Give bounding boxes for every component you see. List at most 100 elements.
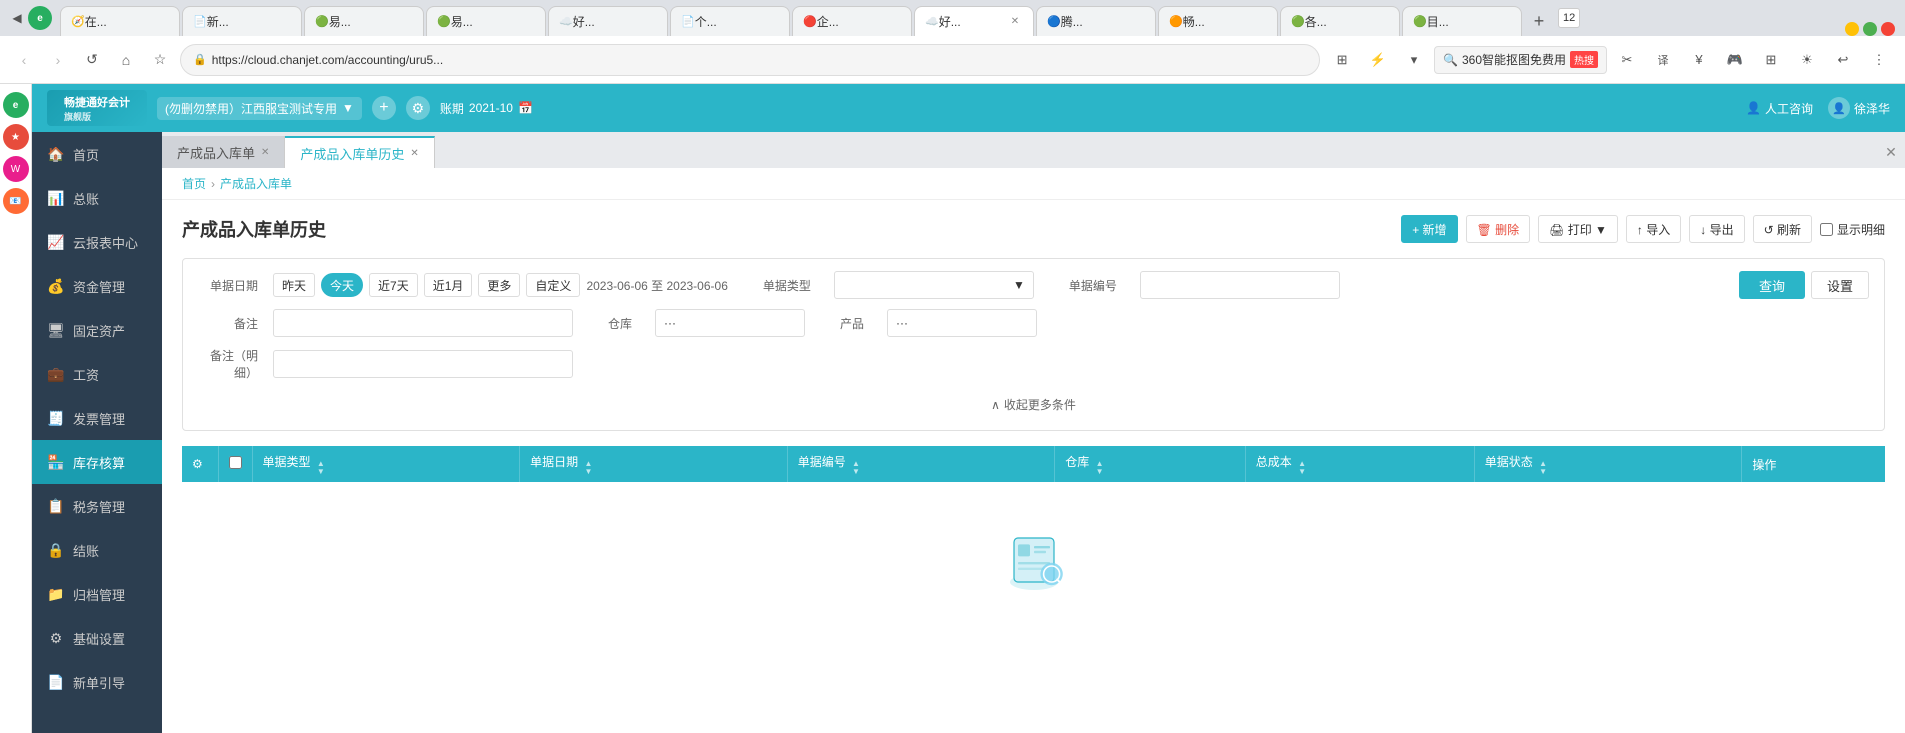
date-btn-1month[interactable]: 近1月 [424,273,473,297]
tab-inventory-list[interactable]: 产成品入库单 ✕ [162,136,285,168]
add-account-button[interactable]: + [372,96,396,120]
nav-item-funds[interactable]: 💰 资金管理 [32,264,162,308]
tab-history-close-icon[interactable]: ✕ [410,148,418,159]
window-minimize-btn[interactable] [1845,22,1859,36]
th-type[interactable]: 单据类型 ▲▼ [252,446,520,482]
apps-button[interactable]: ⊞ [1755,44,1787,76]
bs-icon-4[interactable]: 📧 [3,188,29,214]
refresh-button[interactable]: ↺ 刷新 [1753,215,1812,243]
nav-item-closing[interactable]: 🔒 结账 [32,528,162,572]
nav-item-salary[interactable]: 💼 工资 [32,352,162,396]
print-button[interactable]: 🖨 打印 ▼ [1538,215,1618,243]
nav-item-basic[interactable]: ⚙ 基础设置 [32,616,162,660]
grid-view-button[interactable]: ⊞ [1326,44,1358,76]
forward-button[interactable]: › [44,46,72,74]
date-btn-yesterday[interactable]: 昨天 [273,273,315,297]
th-warehouse[interactable]: 仓库 ▲▼ [1055,446,1245,482]
product-filter-select[interactable]: ··· [887,309,1037,337]
tab-item-10[interactable]: 🟠 畅... [1158,6,1278,36]
search-query-button[interactable]: 查询 [1739,271,1805,299]
undo-button[interactable]: ↩ [1827,44,1859,76]
date-btn-7days[interactable]: 近7天 [369,273,418,297]
lightning-button[interactable]: ⚡ [1362,44,1394,76]
account-selector[interactable]: (勿删勿禁用）江西服宝测试专用 ▼ [157,97,362,120]
nav-item-newbill[interactable]: 📄 新单引导 [32,660,162,704]
tab-item-5[interactable]: ☁️ 好... [548,6,668,36]
tab-count-badge[interactable]: 12 [1558,8,1580,28]
import-button[interactable]: ↑ 导入 [1626,215,1681,243]
tab-inventory-close-icon[interactable]: ✕ [261,147,269,158]
show-columns-input[interactable] [1820,223,1833,236]
nav-item-home[interactable]: 🏠 首页 [32,132,162,176]
tab-item-11[interactable]: 🟢 各... [1280,6,1400,36]
empty-icon [994,522,1074,602]
delete-button[interactable]: 🗑 删除 [1466,215,1531,243]
url-bar[interactable]: 🔒 https://cloud.chanjet.com/accounting/u… [180,44,1320,76]
tab-item-1[interactable]: 🧭 在... [60,6,180,36]
th-number[interactable]: 单据编号 ▲▼ [787,446,1055,482]
human-service-button[interactable]: 👤 人工咨询 [1746,100,1813,117]
tab-item-12[interactable]: 🟢 目... [1402,6,1522,36]
panel-close-button[interactable]: ✕ [1877,138,1905,166]
nav-item-tax[interactable]: 📋 税务管理 [32,484,162,528]
window-maximize-btn[interactable] [1863,22,1877,36]
tab-item-9[interactable]: 🔵 腾... [1036,6,1156,36]
tab-item-8[interactable]: ☁️ 好... ✕ [914,6,1034,36]
th-date[interactable]: 单据日期 ▲▼ [520,446,788,482]
th-total-cost[interactable]: 总成本 ▲▼ [1245,446,1474,482]
nav-item-reports[interactable]: 📈 云报表中心 [32,220,162,264]
date-btn-today[interactable]: 今天 [321,273,363,297]
tab-item-7[interactable]: 🔴 企... [792,6,912,36]
set-query-button[interactable]: 设置 [1811,271,1869,299]
brightness-button[interactable]: ☀ [1791,44,1823,76]
table-settings-icon[interactable]: ⚙ [192,457,203,471]
new-button[interactable]: + 新增 [1401,215,1457,243]
tab-item-4[interactable]: 🟢 易... [426,6,546,36]
breadcrumb-home[interactable]: 首页 [182,175,206,192]
th-status[interactable]: 单据状态 ▲▼ [1474,446,1742,482]
scissors-button[interactable]: ✂ [1611,44,1643,76]
dropdown-button[interactable]: ▾ [1398,44,1430,76]
th-settings[interactable]: ⚙ [182,446,218,482]
calendar-icon[interactable]: 📅 [518,101,533,115]
tab-item-2[interactable]: 📄 新... [182,6,302,36]
game-button[interactable]: 🎮 [1719,44,1751,76]
bs-icon-3[interactable]: W [3,156,29,182]
translate-button[interactable]: 译 [1647,44,1679,76]
show-columns-checkbox[interactable]: 显示明细 [1820,221,1885,238]
new-tab-button[interactable]: + [1524,6,1554,36]
date-btn-more[interactable]: 更多 [478,273,520,297]
number-filter-input[interactable] [1140,271,1340,299]
tab-close-icon[interactable]: ✕ [1007,14,1023,30]
bs-icon-1[interactable]: e [3,92,29,118]
nav-item-invoice[interactable]: 🧾 发票管理 [32,396,162,440]
warehouse-filter-select[interactable]: ··· [655,309,805,337]
bookmark-button[interactable]: ☆ [146,46,174,74]
currency-button[interactable]: ¥ [1683,44,1715,76]
nav-item-fixed[interactable]: 🖥 固定资产 [32,308,162,352]
refresh-button[interactable]: ↺ [78,46,106,74]
type-filter-select[interactable]: ▼ [834,271,1034,299]
th-checkbox[interactable] [218,446,252,482]
home-button[interactable]: ⌂ [112,46,140,74]
tab-item-6[interactable]: 📄 个... [670,6,790,36]
remark-filter-input[interactable] [273,309,573,337]
select-all-checkbox[interactable] [229,456,242,469]
nav-item-inventory[interactable]: 🏪 库存核算 [32,440,162,484]
settings-icon-button[interactable]: ⚙ [406,96,430,120]
collapse-filters-button[interactable]: ∧ 收起更多条件 [198,391,1869,418]
tab-inventory-history[interactable]: 产成品入库单历史 ✕ [285,136,434,168]
browser-sidebar: e ★ W 📧 [0,84,32,733]
nav-item-archive[interactable]: 📁 归档管理 [32,572,162,616]
remark-detail-input[interactable] [273,350,573,378]
user-info[interactable]: 👤 徐泽华 [1828,97,1890,119]
breadcrumb-inventory[interactable]: 产成品入库单 [220,175,292,192]
bs-icon-2[interactable]: ★ [3,124,29,150]
more-button[interactable]: ⋮ [1863,44,1895,76]
window-close-btn[interactable] [1881,22,1895,36]
export-button[interactable]: ↓ 导出 [1689,215,1744,243]
nav-item-ledger[interactable]: 📊 总账 [32,176,162,220]
back-button[interactable]: ‹ [10,46,38,74]
tab-item-3[interactable]: 🟢 易... [304,6,424,36]
date-btn-custom[interactable]: 自定义 [526,273,580,297]
